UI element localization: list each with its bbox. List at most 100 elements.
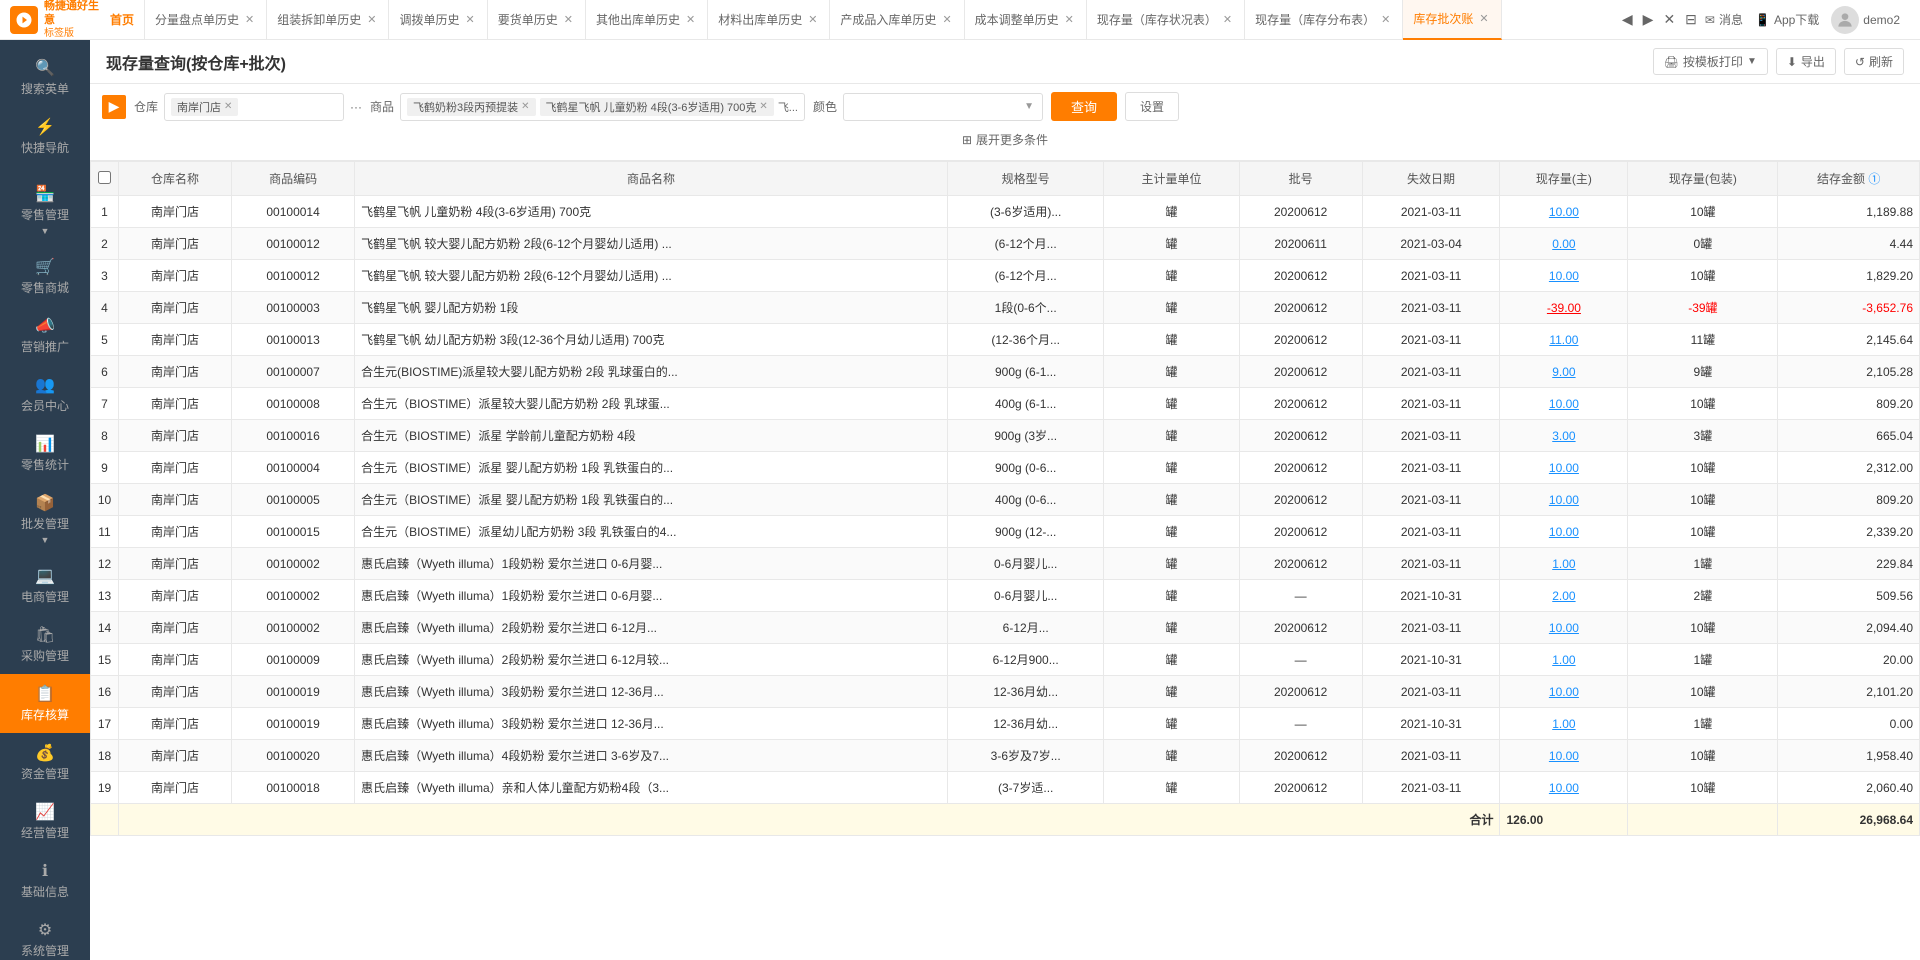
filter-expand-btn[interactable]: ▶ [102, 95, 126, 119]
tab-qi-ta[interactable]: 其他出库单历史 ✕ [586, 0, 708, 40]
select-all-checkbox[interactable] [98, 171, 111, 184]
sidebar-item-finance[interactable]: 💰 资金管理 [0, 733, 90, 792]
tab-fen-pan[interactable]: 分量盘点单历史 ✕ [145, 0, 267, 40]
tab-cheng-ben[interactable]: 成本调整单历史 ✕ [965, 0, 1087, 40]
stock-main-link[interactable]: 1.00 [1552, 557, 1575, 571]
sidebar-item-basic-info[interactable]: ℹ 基础信息 [0, 851, 90, 910]
export-btn[interactable]: ⬇ 导出 [1776, 48, 1836, 75]
cell-no: 1 [91, 196, 119, 228]
stock-main-link[interactable]: 10.00 [1549, 749, 1579, 763]
cell-stock-main: 10.00 [1500, 772, 1628, 804]
tab-close-icon[interactable]: ✕ [1221, 11, 1234, 28]
print-btn[interactable]: 🖨 按模板打印 ▼ [1653, 48, 1768, 75]
sidebar-item-retail-mgmt[interactable]: 🏪 零售管理 ▼ [0, 174, 90, 247]
tab-yao-huo[interactable]: 要货单历史 ✕ [488, 0, 586, 40]
stock-main-link[interactable]: 11.00 [1549, 333, 1578, 347]
goods-tag-1-close-icon[interactable]: ✕ [521, 101, 529, 112]
stock-main-link[interactable]: 10.00 [1549, 461, 1579, 475]
sidebar-item-retail-store[interactable]: 🛒 零售商城 [0, 247, 90, 306]
sidebar-item-ecommerce[interactable]: 💻 电商管理 [0, 556, 90, 615]
tab-close-icon[interactable]: ✕ [684, 11, 697, 28]
color-dropdown[interactable]: ▼ [843, 93, 1043, 121]
cell-code: 00100013 [232, 324, 355, 356]
app-download-icon: 📱 [1755, 13, 1770, 27]
search-icon: 🔍 [4, 58, 86, 78]
tab-zu-chai[interactable]: 组装拆卸单历史 ✕ [267, 0, 389, 40]
sidebar-item-batch-mgmt[interactable]: 📦 批发管理 ▼ [0, 483, 90, 556]
cell-stock-main: 1.00 [1500, 548, 1628, 580]
cell-unit: 罐 [1104, 772, 1239, 804]
warehouse-tag-input[interactable]: 南岸门店 ✕ [164, 93, 344, 121]
user-avatar-area[interactable]: demo2 [1831, 6, 1900, 34]
tab-close-icon[interactable]: ✕ [562, 11, 575, 28]
stock-main-link[interactable]: 0.00 [1552, 237, 1575, 251]
stock-main-link[interactable]: 9.00 [1552, 365, 1575, 379]
tab-xian-cun-zhuang-tai[interactable]: 现存量（库存状况表） ✕ [1087, 0, 1245, 40]
cell-spec: 900g (3岁... [948, 420, 1104, 452]
stock-main-link[interactable]: 10.00 [1549, 205, 1579, 219]
tab-chan-pin[interactable]: 产成品入库单历史 ✕ [830, 0, 964, 40]
tab-close-icon[interactable]: ✕ [365, 11, 378, 28]
tab-diao-bo[interactable]: 调拨单历史 ✕ [389, 0, 487, 40]
stock-main-link[interactable]: 1.00 [1552, 717, 1575, 731]
sidebar-item-purchase[interactable]: 🛍 采购管理 [0, 615, 90, 674]
cell-code: 00100004 [232, 452, 355, 484]
member-icon: 👥 [4, 375, 86, 395]
tab-close-icon[interactable]: ✕ [464, 11, 477, 28]
cell-unit: 罐 [1104, 740, 1239, 772]
cell-warehouse: 南岸门店 [119, 644, 232, 676]
stock-main-link[interactable]: 10.00 [1549, 781, 1579, 795]
top-right: ✉ 消息 📱 App下载 demo2 [1705, 6, 1910, 34]
expand-more-conditions[interactable]: ⊞ 展开更多条件 [102, 127, 1908, 152]
message-btn[interactable]: ✉ 消息 [1705, 11, 1743, 28]
goods-tag-more[interactable]: 飞... [778, 99, 798, 115]
sidebar-item-inventory[interactable]: 📋 库存核算 [0, 674, 90, 733]
stock-main-link[interactable]: 3.00 [1552, 429, 1575, 443]
tab-cai-liao[interactable]: 材料出库单历史 ✕ [708, 0, 830, 40]
stock-main-link[interactable]: 1.00 [1552, 653, 1575, 667]
tab-next-arrow[interactable]: ▶ [1639, 9, 1658, 30]
warehouse-tag-close-icon[interactable]: ✕ [224, 101, 232, 112]
tab-close-icon[interactable]: ✕ [940, 11, 953, 28]
app-download-btn[interactable]: 📱 App下载 [1755, 11, 1819, 28]
sidebar-item-operations[interactable]: 📈 经营管理 [0, 792, 90, 851]
tab-prev-arrow[interactable]: ◀ [1618, 9, 1637, 30]
table-row: 19 南岸门店 00100018 惠氏启臻（Wyeth illuma）亲和人体儿… [91, 772, 1920, 804]
sidebar-item-quick-nav[interactable]: ⚡ 快捷导航 [0, 107, 90, 166]
sidebar-item-search[interactable]: 🔍 搜索英单 [0, 48, 90, 107]
stock-main-link[interactable]: 10.00 [1549, 621, 1579, 635]
sidebar-item-system[interactable]: ⚙ 系统管理 [0, 910, 90, 960]
footer-amount-total: 26,968.64 [1778, 804, 1920, 836]
sidebar-item-marketing[interactable]: 📣 营销推广 [0, 306, 90, 365]
warehouse-more-icon[interactable]: ··· [350, 100, 362, 114]
stock-main-link[interactable]: 10.00 [1549, 493, 1579, 507]
cell-batch: — [1239, 708, 1362, 740]
stock-main-link[interactable]: 10.00 [1549, 525, 1579, 539]
stock-main-link[interactable]: 2.00 [1552, 589, 1575, 603]
sidebar-item-retail-stats[interactable]: 📊 零售统计 [0, 424, 90, 483]
cell-spec: 6-12月... [948, 612, 1104, 644]
settings-btn[interactable]: 设置 [1125, 92, 1179, 121]
stock-main-link[interactable]: 10.00 [1549, 269, 1579, 283]
tab-close-icon[interactable]: ✕ [806, 11, 819, 28]
tab-home[interactable]: 首页 [100, 0, 145, 40]
cell-expire: 2021-03-11 [1362, 484, 1500, 516]
tab-xian-cun-fen-bu[interactable]: 现存量（库存分布表） ✕ [1245, 0, 1403, 40]
tab-close-icon[interactable]: ✕ [1477, 10, 1490, 27]
goods-tag-input[interactable]: 飞鹤奶粉3段丙预提装 ✕ 飞鹤星飞帆 儿童奶粉 4段(3-6岁适用) 700克 … [400, 93, 805, 121]
tab-close-icon[interactable]: ✕ [1063, 11, 1076, 28]
query-btn[interactable]: 查询 [1051, 92, 1117, 121]
tab-close-icon[interactable]: ✕ [1379, 11, 1392, 28]
cell-expire: 2021-03-11 [1362, 420, 1500, 452]
tab-close-all[interactable]: ✕ [1659, 9, 1679, 30]
tab-ku-cun-pi-ci[interactable]: 库存批次账 ✕ [1403, 0, 1501, 40]
tab-menu-icon[interactable]: ⊟ [1681, 9, 1701, 30]
tab-close-icon[interactable]: ✕ [243, 11, 256, 28]
sidebar-item-member[interactable]: 👥 会员中心 [0, 365, 90, 424]
stock-main-link[interactable]: 10.00 [1549, 397, 1579, 411]
stock-main-link[interactable]: -39.00 [1547, 301, 1581, 315]
refresh-btn[interactable]: ↺ 刷新 [1844, 48, 1904, 75]
stock-main-link[interactable]: 10.00 [1549, 685, 1579, 699]
goods-tag-2-close-icon[interactable]: ✕ [759, 101, 767, 112]
tab-xian-cun-zhuang-tai-label: 现存量（库存状况表） [1097, 11, 1217, 28]
